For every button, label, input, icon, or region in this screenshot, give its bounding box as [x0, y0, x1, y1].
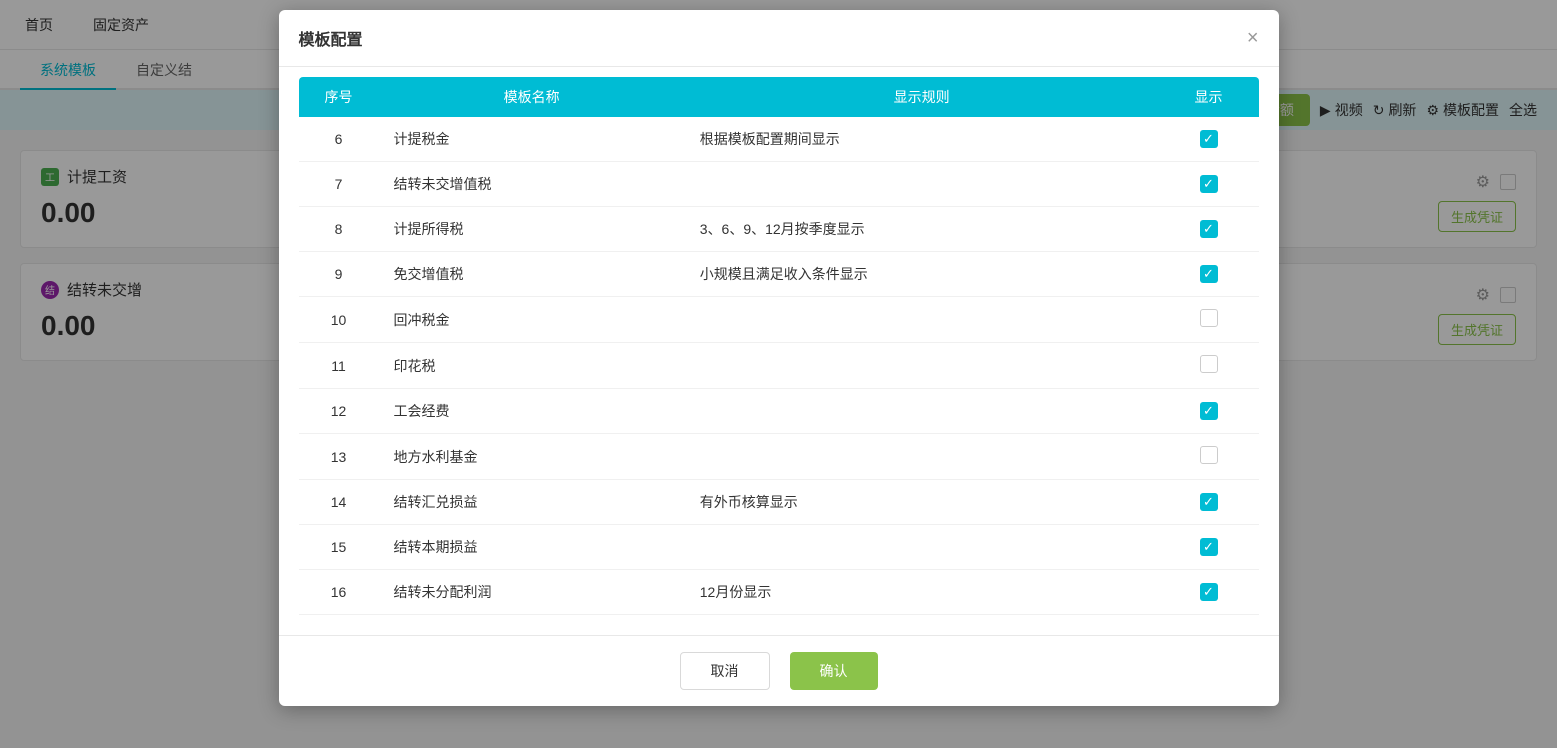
cell-rule [685, 343, 1159, 389]
cell-name: 计提所得税 [379, 207, 685, 252]
checkbox-checked[interactable]: ✓ [1200, 220, 1218, 238]
col-header-rule: 显示规则 [685, 77, 1159, 117]
modal-footer: 取消 确认 [279, 635, 1279, 706]
cell-index: 11 [299, 343, 379, 389]
table-row: 12工会经费 ✓ [299, 389, 1259, 434]
cell-name: 结转未分配利润 [379, 570, 685, 615]
table-header-row: 序号 模板名称 显示规则 显示 [299, 77, 1259, 117]
checkbox-checked[interactable]: ✓ [1200, 493, 1218, 511]
cell-rule [685, 525, 1159, 570]
cell-name: 结转未交增值税 [379, 162, 685, 207]
table-row: 14结转汇兑损益有外币核算显示 ✓ [299, 480, 1259, 525]
cell-index: 8 [299, 207, 379, 252]
cell-checkbox[interactable]: ✓ [1159, 525, 1259, 570]
cell-name: 工会经费 [379, 389, 685, 434]
cell-index: 10 [299, 297, 379, 343]
cell-rule: 根据模板配置期间显示 [685, 117, 1159, 162]
cell-name: 结转汇兑损益 [379, 480, 685, 525]
cell-rule: 3、6、9、12月按季度显示 [685, 207, 1159, 252]
cell-checkbox[interactable]: ✓ [1159, 480, 1259, 525]
table-row: 10回冲税金 [299, 297, 1259, 343]
cell-checkbox[interactable] [1159, 434, 1259, 480]
cell-index: 12 [299, 389, 379, 434]
col-header-display: 显示 [1159, 77, 1259, 117]
table-row: 8计提所得税3、6、9、12月按季度显示 ✓ [299, 207, 1259, 252]
checkbox-unchecked[interactable] [1200, 446, 1218, 464]
table-row: 11印花税 [299, 343, 1259, 389]
cell-name: 结转本期损益 [379, 525, 685, 570]
checkbox-checked[interactable]: ✓ [1200, 583, 1218, 601]
table-row: 9免交增值税小规模且满足收入条件显示 ✓ [299, 252, 1259, 297]
config-table: 序号 模板名称 显示规则 显示 6计提税金根据模板配置期间显示✓7结转未交增值税… [299, 77, 1259, 615]
cell-rule [685, 297, 1159, 343]
table-row: 7结转未交增值税 ✓ [299, 162, 1259, 207]
cell-checkbox[interactable] [1159, 297, 1259, 343]
table-row: 13地方水利基金 [299, 434, 1259, 480]
cell-index: 14 [299, 480, 379, 525]
checkbox-checked[interactable]: ✓ [1200, 265, 1218, 283]
modal-body: 序号 模板名称 显示规则 显示 6计提税金根据模板配置期间显示✓7结转未交增值税… [279, 67, 1279, 635]
cell-index: 9 [299, 252, 379, 297]
template-config-modal: 模板配置 × 序号 模板名称 显示规则 显示 6计提税金根据模板配置期间显示✓7… [279, 10, 1279, 706]
cell-index: 16 [299, 570, 379, 615]
cell-index: 7 [299, 162, 379, 207]
table-row: 6计提税金根据模板配置期间显示 ✓ [299, 117, 1259, 162]
checkbox-unchecked[interactable] [1200, 309, 1218, 327]
cell-index: 15 [299, 525, 379, 570]
cell-name: 回冲税金 [379, 297, 685, 343]
cell-checkbox[interactable]: ✓ [1159, 162, 1259, 207]
cell-checkbox[interactable]: ✓ [1159, 570, 1259, 615]
cancel-button[interactable]: 取消 [680, 652, 770, 690]
cell-rule: 12月份显示 [685, 570, 1159, 615]
cell-name: 印花税 [379, 343, 685, 389]
cell-name: 免交增值税 [379, 252, 685, 297]
modal-title: 模板配置 [299, 26, 363, 50]
table-row: 15结转本期损益 ✓ [299, 525, 1259, 570]
cell-name: 地方水利基金 [379, 434, 685, 480]
cell-checkbox[interactable]: ✓ [1159, 207, 1259, 252]
cell-rule [685, 162, 1159, 207]
checkbox-checked[interactable]: ✓ [1200, 130, 1218, 148]
cell-rule [685, 389, 1159, 434]
cell-index: 6 [299, 117, 379, 162]
cell-rule: 小规模且满足收入条件显示 [685, 252, 1159, 297]
col-header-name: 模板名称 [379, 77, 685, 117]
checkbox-unchecked[interactable] [1200, 355, 1218, 373]
confirm-button[interactable]: 确认 [790, 652, 878, 690]
col-header-index: 序号 [299, 77, 379, 117]
table-row: 16结转未分配利润12月份显示 ✓ [299, 570, 1259, 615]
cell-checkbox[interactable]: ✓ [1159, 389, 1259, 434]
cell-checkbox[interactable]: ✓ [1159, 252, 1259, 297]
checkbox-checked[interactable]: ✓ [1200, 538, 1218, 556]
cell-rule [685, 434, 1159, 480]
cell-index: 13 [299, 434, 379, 480]
modal-header: 模板配置 × [279, 10, 1279, 67]
cell-name: 计提税金 [379, 117, 685, 162]
modal-overlay: 模板配置 × 序号 模板名称 显示规则 显示 6计提税金根据模板配置期间显示✓7… [0, 0, 1557, 748]
cell-checkbox[interactable] [1159, 343, 1259, 389]
modal-close-button[interactable]: × [1247, 28, 1259, 48]
checkbox-checked[interactable]: ✓ [1200, 175, 1218, 193]
checkbox-checked[interactable]: ✓ [1200, 402, 1218, 420]
cell-rule: 有外币核算显示 [685, 480, 1159, 525]
cell-checkbox[interactable]: ✓ [1159, 117, 1259, 162]
